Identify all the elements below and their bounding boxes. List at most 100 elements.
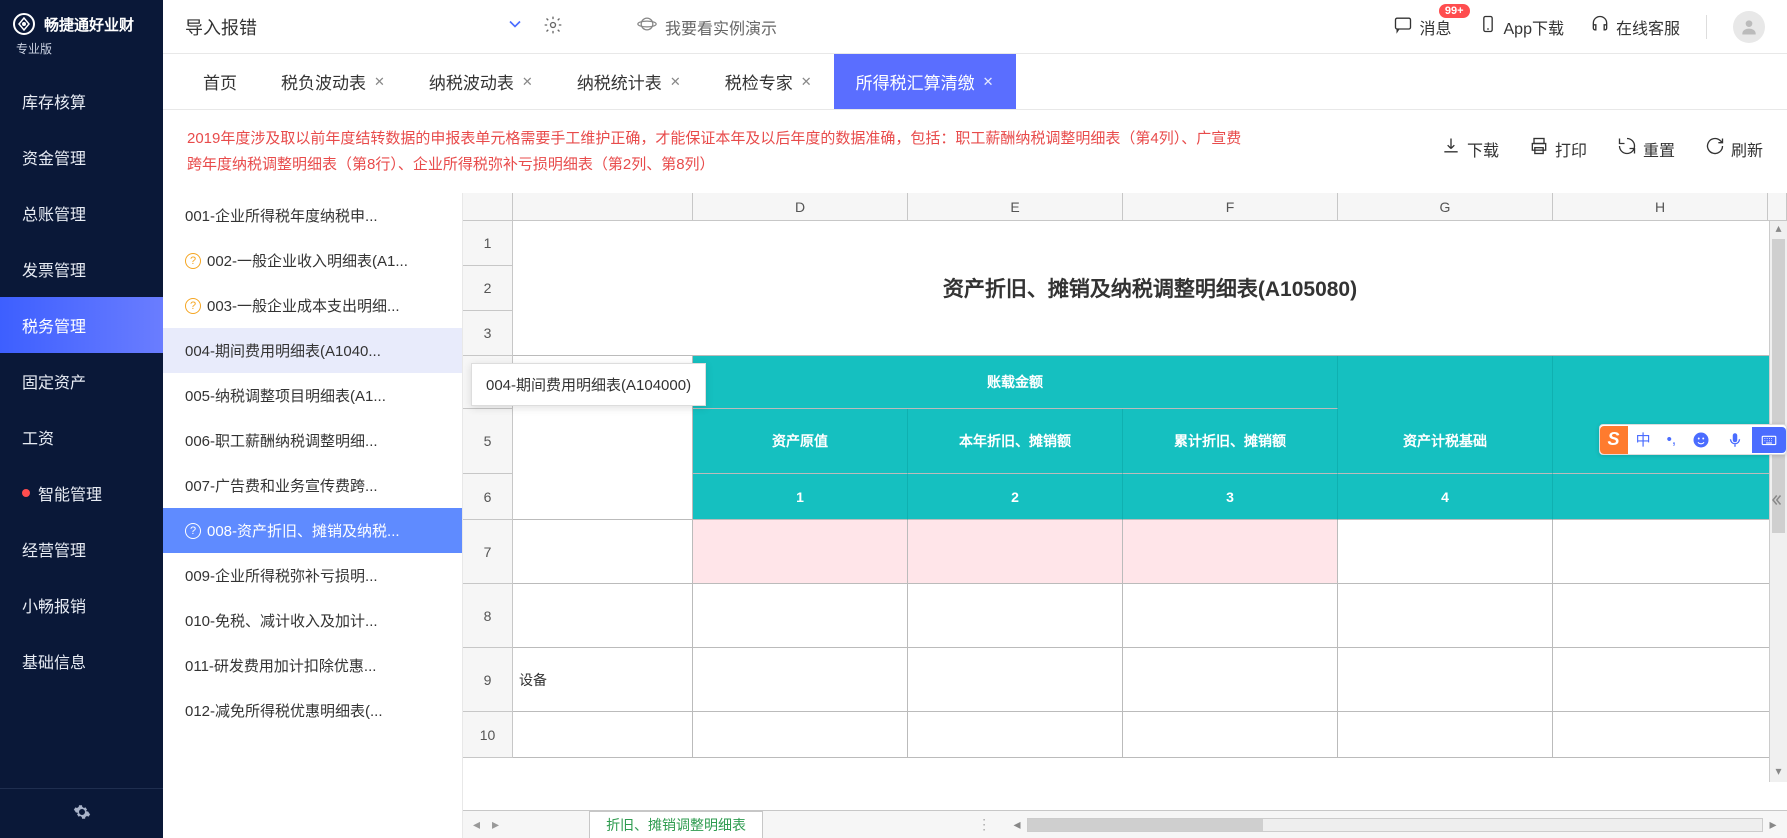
ime-lang[interactable]: 中 [1628,425,1659,454]
tab[interactable]: 纳税波动表✕ [407,54,555,109]
col-header[interactable]: E [908,193,1123,220]
demo-link[interactable]: 我要看实例演示 [637,14,777,39]
divider [1706,15,1707,39]
row-header[interactable]: 5 [463,409,513,474]
sidebar-item[interactable]: 基础信息 [0,633,163,689]
page-selector-dropdown[interactable]: 导入报错 [185,14,525,40]
col-num: 4 [1338,474,1553,520]
report-item[interactable]: 010-免税、减计收入及加计... [163,598,462,643]
messages-button[interactable]: 消息 99+ [1393,14,1451,39]
data-cell[interactable] [693,584,908,648]
help-icon: ? [185,253,201,269]
print-icon [1529,136,1549,161]
sidebar-item[interactable]: 总账管理 [0,185,163,241]
refresh-button[interactable]: 刷新 [1705,136,1763,161]
close-icon[interactable]: ✕ [983,74,994,90]
tab[interactable]: 纳税统计表✕ [555,54,703,109]
row-header[interactable]: 3 [463,311,513,356]
sheet-nav[interactable]: ◂▸ [463,811,509,838]
report-item[interactable]: ?002-一般企业收入明细表(A1... [163,238,462,283]
row-header[interactable]: 2 [463,266,513,311]
settings-icon-button[interactable] [543,15,563,38]
data-cell[interactable] [1338,648,1553,712]
sidebar-item[interactable]: 智能管理 [0,465,163,521]
tab[interactable]: 税负波动表✕ [259,54,407,109]
report-item[interactable]: 005-纳税调整项目明细表(A1... [163,373,462,418]
close-icon[interactable]: ✕ [374,74,385,90]
sidebar-item[interactable]: 税务管理 [0,297,163,353]
col-header[interactable]: G [1338,193,1553,220]
download-button[interactable]: 下载 [1441,136,1499,161]
data-cell[interactable] [1338,712,1553,758]
report-list: 001-企业所得税年度纳税申...?002-一般企业收入明细表(A1...?00… [163,193,463,838]
sidebar-settings[interactable] [0,788,163,838]
data-cell[interactable] [1553,520,1787,584]
col-header[interactable]: F [1123,193,1338,220]
data-cell[interactable] [1123,584,1338,648]
app-download-button[interactable]: App下载 [1478,14,1564,39]
tab[interactable]: 首页 [181,54,259,109]
sheet-tab[interactable]: 折旧、摊销调整明细表 [589,811,763,838]
data-cell[interactable] [1123,712,1338,758]
data-cell[interactable] [1553,712,1787,758]
report-item[interactable]: ?008-资产折旧、摊销及纳税... [163,508,462,553]
mobile-icon [1478,14,1498,39]
sidebar-item[interactable]: 固定资产 [0,353,163,409]
support-button[interactable]: 在线客服 [1590,14,1680,39]
sidebar-item[interactable]: 工资 [0,409,163,465]
sidebar-item[interactable]: 资金管理 [0,129,163,185]
col-header[interactable]: H [1553,193,1768,220]
data-cell[interactable] [908,712,1123,758]
row-header[interactable]: 7 [463,520,513,584]
report-item[interactable]: 012-减免所得税优惠明细表(... [163,688,462,733]
data-cell[interactable] [908,584,1123,648]
sidebar-item[interactable]: 小畅报销 [0,577,163,633]
sidebar-item[interactable]: 库存核算 [0,73,163,129]
col-num: 3 [1123,474,1338,520]
report-item[interactable]: ?003-一般企业成本支出明细... [163,283,462,328]
data-cell[interactable] [908,648,1123,712]
data-cell[interactable] [693,712,908,758]
close-icon[interactable]: ✕ [801,74,812,90]
row-header[interactable]: 8 [463,584,513,648]
reset-icon [1617,136,1637,161]
report-item[interactable]: 006-职工薪酬纳税调整明细... [163,418,462,463]
data-cell[interactable] [693,648,908,712]
row-header[interactable]: 9 [463,648,513,712]
data-cell[interactable] [1338,520,1553,584]
data-cell[interactable] [693,520,908,584]
data-cell[interactable] [1553,584,1787,648]
data-cell[interactable] [1338,584,1553,648]
row-header[interactable]: 10 [463,712,513,758]
sidebar-item[interactable]: 经营管理 [0,521,163,577]
collapse-handle[interactable] [1770,483,1787,517]
row-header[interactable]: 6 [463,474,513,520]
user-avatar[interactable] [1733,11,1765,43]
report-item[interactable]: 007-广告费和业务宣传费跨... [163,463,462,508]
ime-widget[interactable]: S 中 •, [1599,424,1787,455]
ime-emoji-icon[interactable] [1684,427,1718,453]
help-icon: ? [185,298,201,314]
reset-button[interactable]: 重置 [1617,136,1675,161]
report-item[interactable]: 009-企业所得税弥补亏损明... [163,553,462,598]
ime-keyboard-icon[interactable] [1752,427,1786,453]
report-item[interactable]: 001-企业所得税年度纳税申... [163,193,462,238]
horizontal-scrollbar[interactable]: ◂ ▸ [1003,811,1787,838]
tab[interactable]: 所得税汇算清缴✕ [834,54,1016,109]
data-cell[interactable] [1553,648,1787,712]
data-cell[interactable] [1123,520,1338,584]
col-num: 2 [908,474,1123,520]
data-cell[interactable] [1123,648,1338,712]
sidebar-item[interactable]: 发票管理 [0,241,163,297]
ime-punct-icon[interactable]: •, [1659,427,1684,452]
tab[interactable]: 税检专家✕ [703,54,834,109]
col-header[interactable]: D [693,193,908,220]
report-item[interactable]: 011-研发费用加计扣除优惠... [163,643,462,688]
print-button[interactable]: 打印 [1529,136,1587,161]
ime-mic-icon[interactable] [1718,427,1752,453]
data-cell[interactable] [908,520,1123,584]
row-header[interactable]: 1 [463,221,513,266]
report-item[interactable]: 004-期间费用明细表(A1040... [163,328,462,373]
close-icon[interactable]: ✕ [522,74,533,90]
close-icon[interactable]: ✕ [670,74,681,90]
